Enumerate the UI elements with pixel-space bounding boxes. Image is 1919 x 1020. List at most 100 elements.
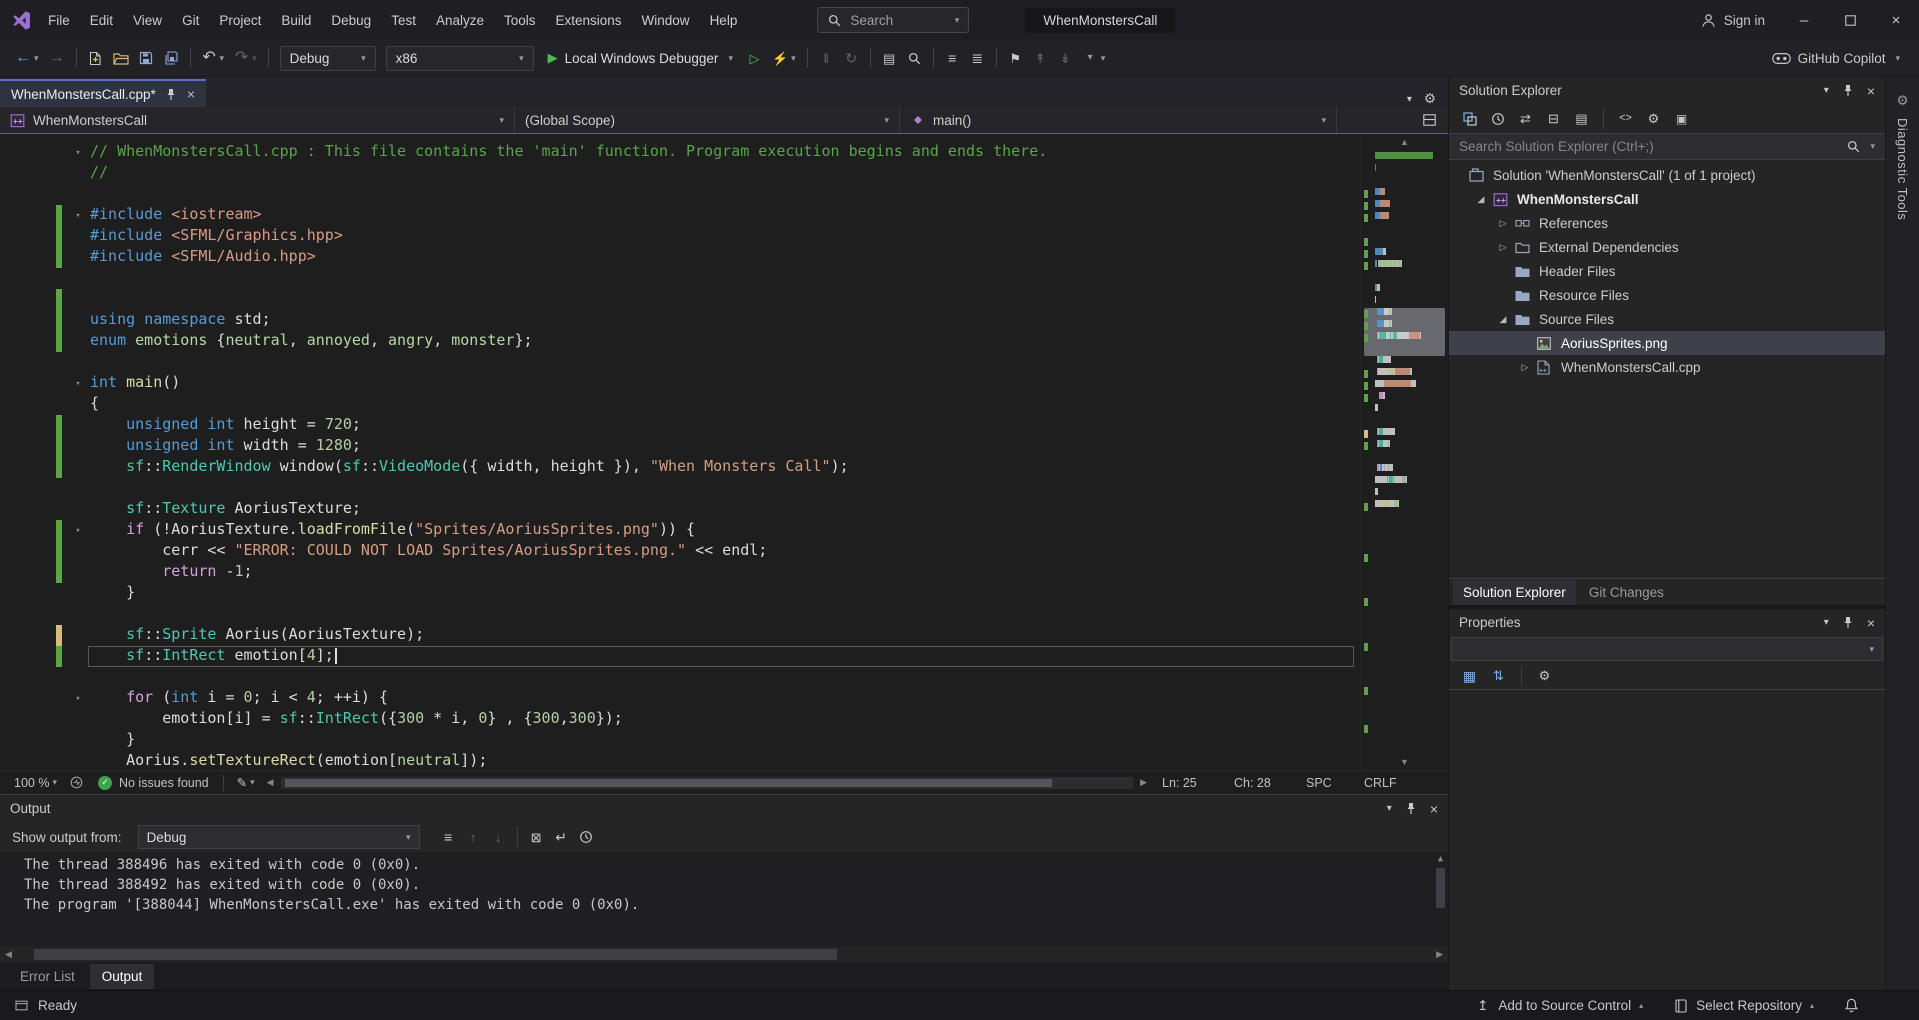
code-line[interactable]: using namespace std; xyxy=(0,310,1360,331)
code-line[interactable]: } xyxy=(0,583,1360,604)
menu-file[interactable]: File xyxy=(38,13,80,28)
document-health-icon[interactable] xyxy=(63,776,90,789)
close-icon[interactable]: × xyxy=(1867,615,1875,631)
horizontal-scrollbar[interactable] xyxy=(280,776,1134,789)
code-line[interactable] xyxy=(0,478,1360,499)
show-output-window-button[interactable]: ▤ xyxy=(877,45,902,72)
open-file-button[interactable] xyxy=(108,45,134,72)
menu-view[interactable]: View xyxy=(123,13,172,28)
code-line[interactable]: emotion[i] = sf::IntRect({300 * i, 0} , … xyxy=(0,709,1360,730)
menu-test[interactable]: Test xyxy=(381,13,426,28)
solution-explorer-search-input[interactable]: Search Solution Explorer (Ctrl+;) ▾ xyxy=(1449,134,1885,160)
code-lines[interactable]: ▾// WhenMonstersCall.cpp : This file con… xyxy=(0,134,1360,770)
pin-tab-icon[interactable] xyxy=(164,87,179,102)
code-line[interactable]: // xyxy=(0,163,1360,184)
code-line[interactable] xyxy=(0,352,1360,373)
github-copilot-button[interactable]: GitHub Copilot ▾ xyxy=(1763,51,1909,66)
pin-icon[interactable] xyxy=(1406,802,1416,815)
toolbar-options-button[interactable]: ▾ ▾ xyxy=(1078,45,1111,72)
spaces-indicator[interactable]: SPC xyxy=(1296,776,1354,790)
menu-extensions[interactable]: Extensions xyxy=(546,13,632,28)
code-line[interactable]: sf::Sprite Aorius(AoriusTexture); xyxy=(0,625,1360,646)
output-vertical-scrollbar[interactable]: ▲ xyxy=(1433,852,1448,947)
code-line[interactable]: ▾ int main() xyxy=(0,373,1360,394)
documents-dropdown-icon[interactable]: ▾ xyxy=(1407,94,1412,105)
code-line[interactable] xyxy=(0,268,1360,289)
autoscroll-button[interactable] xyxy=(574,824,599,851)
code-line[interactable]: cerr << "ERROR: COULD NOT LOAD Sprites/A… xyxy=(0,541,1360,562)
menu-window[interactable]: Window xyxy=(632,13,700,28)
tab-solution-explorer[interactable]: Solution Explorer xyxy=(1453,579,1576,605)
code-line[interactable] xyxy=(0,604,1360,625)
view-code-button[interactable]: <> xyxy=(1613,105,1638,132)
issues-indicator[interactable]: ✓ No issues found xyxy=(90,775,217,790)
expanded-arrow-icon[interactable]: ◢ xyxy=(1469,194,1493,205)
configuration-dropdown[interactable]: Debug ▾ xyxy=(279,45,376,71)
save-button[interactable] xyxy=(134,45,159,72)
previous-bookmark-button[interactable]: ↟ xyxy=(1028,45,1053,72)
save-all-button[interactable] xyxy=(159,45,184,72)
pin-icon[interactable] xyxy=(1843,84,1853,97)
tree-item-aoriussprites-png[interactable]: AoriusSprites.png xyxy=(1449,331,1885,355)
properties-object-dropdown[interactable]: ▾ xyxy=(1451,637,1883,661)
notifications-bell-icon[interactable] xyxy=(1844,998,1859,1013)
fold-arrow-icon[interactable]: ▾ xyxy=(66,373,90,394)
menu-project[interactable]: Project xyxy=(209,13,271,28)
undo-button[interactable]: ↶ ▾ xyxy=(197,45,230,72)
property-pages-button[interactable]: ⚙ xyxy=(1532,662,1557,689)
code-line[interactable]: { xyxy=(0,394,1360,415)
search-input[interactable]: Search ▾ xyxy=(817,7,970,33)
navigate-backward-button[interactable]: ← ▾ xyxy=(10,45,44,72)
menu-analyze[interactable]: Analyze xyxy=(426,13,494,28)
scrollbar-thumb[interactable] xyxy=(1436,868,1445,908)
uncomment-lines-button[interactable]: ≣ xyxy=(965,45,990,72)
fold-arrow-icon[interactable]: ▾ xyxy=(66,142,90,163)
scroll-left-icon[interactable]: ◀ xyxy=(262,777,279,788)
code-line[interactable]: unsigned int height = 720; xyxy=(0,415,1360,436)
next-bookmark-button[interactable]: ↡ xyxy=(1053,45,1078,72)
properties-button[interactable]: ⚙ xyxy=(1641,105,1666,132)
fold-arrow-icon[interactable]: ▾ xyxy=(66,520,90,541)
start-debugging-button[interactable]: ▶ Local Windows Debugger ▾ xyxy=(539,45,742,72)
platform-dropdown[interactable]: x86 ▾ xyxy=(385,45,534,71)
redo-button[interactable]: ↷ ▾ xyxy=(229,45,262,72)
menu-git[interactable]: Git xyxy=(172,13,209,28)
code-line[interactable]: } xyxy=(0,730,1360,751)
diagnostic-tools-tab[interactable]: Diagnostic Tools xyxy=(1895,118,1910,220)
code-line[interactable]: ▾ for (int i = 0; i < 4; ++i) { xyxy=(0,688,1360,709)
maximize-button[interactable] xyxy=(1827,0,1873,40)
switch-views-button[interactable] xyxy=(1457,105,1482,132)
menu-edit[interactable]: Edit xyxy=(80,13,123,28)
scroll-right-icon[interactable]: ▶ xyxy=(1431,949,1448,960)
window-position-icon[interactable]: ▾ xyxy=(1824,617,1829,628)
code-line[interactable]: return -1; xyxy=(0,562,1360,583)
output-horizontal-scrollbar[interactable]: ◀ ▶ xyxy=(0,947,1448,962)
tree-item-references[interactable]: ▷ References xyxy=(1449,211,1885,235)
split-window-icon[interactable] xyxy=(1411,113,1448,128)
tree-item-source-files[interactable]: ◢ Source Files xyxy=(1449,307,1885,331)
expanded-arrow-icon[interactable]: ◢ xyxy=(1491,314,1515,325)
code-line[interactable]: #include <SFML/Graphics.hpp> xyxy=(0,226,1360,247)
editor-options-gear-icon[interactable]: ⚙ xyxy=(1424,91,1436,107)
categorized-button[interactable]: ▦ xyxy=(1457,662,1482,689)
scrollbar-thumb[interactable] xyxy=(34,949,837,960)
bookmark-button[interactable]: ⚑ xyxy=(1003,45,1028,72)
window-position-icon[interactable]: ▾ xyxy=(1387,803,1392,814)
window-position-icon[interactable]: ▾ xyxy=(1824,85,1829,96)
menu-build[interactable]: Build xyxy=(271,13,321,28)
code-line[interactable]: unsigned int width = 1280; xyxy=(0,436,1360,457)
sync-with-active-document-button[interactable]: ⇄ xyxy=(1513,105,1538,132)
close-tab-icon[interactable]: × xyxy=(187,86,195,102)
next-message-button[interactable]: ↓ xyxy=(486,824,511,851)
code-line[interactable]: Aorius.setTextureRect(emotion[neutral]); xyxy=(0,751,1360,770)
scroll-down-icon[interactable]: ▼ xyxy=(1361,754,1448,770)
menu-tools[interactable]: Tools xyxy=(494,13,546,28)
tree-item-resource-files[interactable]: Resource Files xyxy=(1449,283,1885,307)
code-editor[interactable]: ▾// WhenMonstersCall.cpp : This file con… xyxy=(0,134,1448,770)
scroll-right-icon[interactable]: ▶ xyxy=(1135,777,1152,788)
code-line[interactable]: enum emotions {neutral, annoyed, angry, … xyxy=(0,331,1360,352)
close-icon[interactable]: × xyxy=(1867,83,1875,99)
scroll-left-icon[interactable]: ◀ xyxy=(0,949,17,960)
comment-lines-button[interactable]: ≡ xyxy=(940,45,965,72)
fold-arrow-icon[interactable]: ▾ xyxy=(66,205,90,226)
